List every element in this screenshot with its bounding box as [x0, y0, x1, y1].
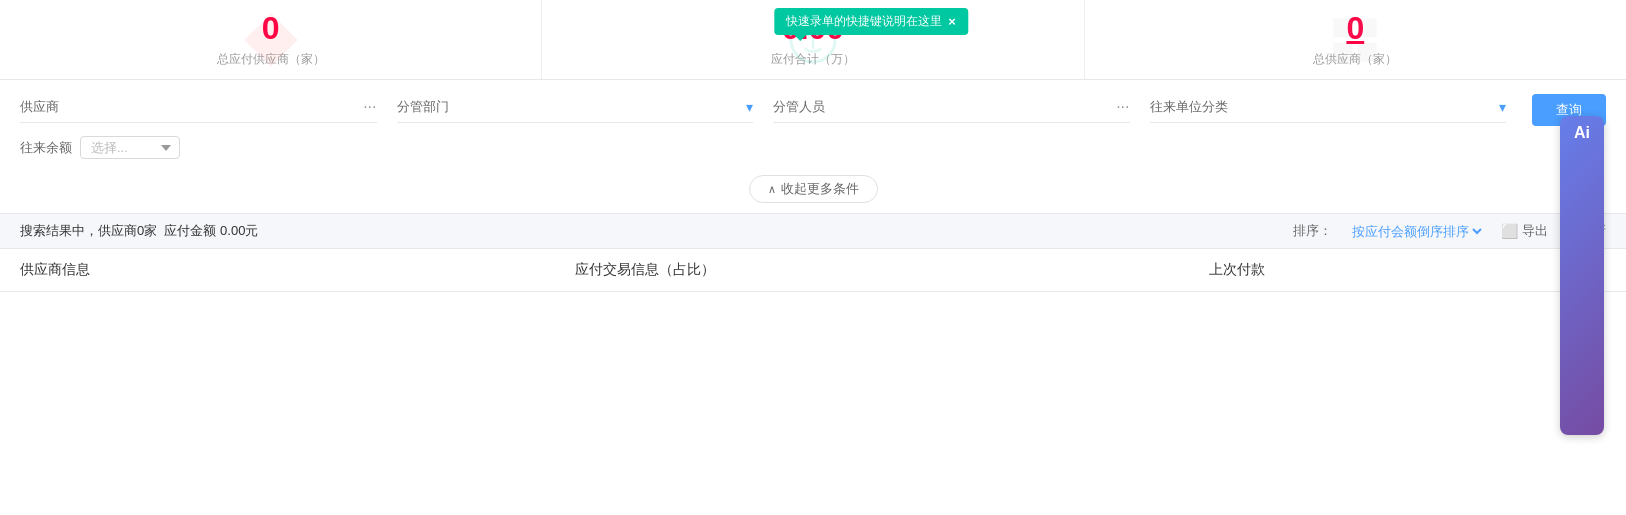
col-transaction-header: 应付交易信息（占比） — [575, 261, 1209, 279]
ai-badge[interactable]: Ai — [1560, 116, 1604, 435]
top-stats-bar: 0 总应付供应商（家） 0.00 应付合计（万） 快速录单的快捷键说明在这里 × — [0, 0, 1626, 80]
result-info: 搜索结果中，供应商0家 应付金额 0.00元 — [20, 222, 258, 240]
dept-input[interactable] — [457, 99, 747, 114]
stat-total-payable-amount: 0.00 应付合计（万） 快速录单的快捷键说明在这里 × — [542, 0, 1084, 79]
tooltip-text: 快速录单的快捷键说明在这里 — [786, 13, 942, 30]
result-prefix: 搜索结果中，供应商 — [20, 223, 137, 238]
sort-label: 排序： — [1293, 222, 1332, 240]
result-bar: 搜索结果中，供应商0家 应付金额 0.00元 排序： 按应付会额倒序排序 ⬜ 导… — [0, 214, 1626, 249]
dept-dropdown-btn[interactable]: ▾ — [746, 99, 753, 115]
result-amount-value: 0.00元 — [220, 223, 258, 238]
col-supplier-header: 供应商信息 — [20, 261, 575, 279]
svg-rect-8 — [1334, 42, 1353, 61]
tooltip-bubble: 快速录单的快捷键说明在这里 × — [774, 8, 968, 35]
export-icon: ⬜ — [1501, 223, 1518, 239]
supplier-field: 供应商 ··· — [20, 98, 377, 123]
table-header: 供应商信息 应付交易信息（占比） 上次付款 — [0, 249, 1626, 292]
dept-field: 分管部门 ▾ — [397, 98, 754, 123]
balance-label: 往来余额 — [20, 139, 72, 157]
collapse-button[interactable]: ∧ 收起更多条件 — [749, 175, 878, 203]
category-label: 往来单位分类 — [1150, 98, 1228, 116]
person-dots-btn[interactable]: ··· — [1116, 98, 1129, 116]
person-field: 分管人员 ··· — [773, 98, 1130, 123]
balance-select[interactable]: 选择... — [80, 136, 180, 159]
dept-label: 分管部门 — [397, 98, 449, 116]
category-field: 往来单位分类 ▾ — [1150, 98, 1507, 123]
diamond-icon — [244, 13, 298, 67]
result-amount-prefix: 应付金额 — [164, 223, 216, 238]
stat-total-payable-suppliers: 0 总应付供应商（家） — [0, 0, 542, 79]
export-label: 导出 — [1522, 222, 1548, 240]
person-label: 分管人员 — [773, 98, 825, 116]
balance-field: 往来余额 选择... — [20, 136, 180, 159]
stat-total-suppliers: 0 总供应商（家） — [1085, 0, 1626, 79]
result-supplier-unit: 家 — [144, 223, 157, 238]
category-dropdown-btn[interactable]: ▾ — [1499, 99, 1506, 115]
search-bar: 供应商 ··· 分管部门 ▾ 分管人员 ··· 往来单位分类 ▾ 查询 往来余额 — [0, 80, 1626, 214]
col-payment-header: 上次付款 — [1209, 261, 1606, 279]
supplier-label: 供应商 — [20, 98, 59, 116]
search-row-1: 供应商 ··· 分管部门 ▾ 分管人员 ··· 往来单位分类 ▾ 查询 — [20, 94, 1606, 126]
person-input[interactable] — [833, 99, 1116, 114]
category-input[interactable] — [1236, 99, 1500, 114]
supplier-input[interactable] — [67, 99, 363, 114]
search-row-2: 往来余额 选择... — [20, 136, 1606, 159]
export-button[interactable]: ⬜ 导出 — [1501, 222, 1548, 240]
collapse-chevron: ∧ — [768, 183, 776, 196]
svg-marker-0 — [246, 15, 295, 64]
collapse-label: 收起更多条件 — [781, 180, 859, 198]
supplier-dots-btn[interactable]: ··· — [363, 98, 376, 116]
svg-rect-9 — [1358, 42, 1377, 61]
tooltip-close-btn[interactable]: × — [948, 14, 956, 29]
collapse-row: ∧ 收起更多条件 — [20, 169, 1606, 213]
svg-rect-7 — [1358, 18, 1377, 37]
grid-icon — [1328, 13, 1382, 67]
sort-select[interactable]: 按应付会额倒序排序 — [1348, 223, 1485, 240]
table-body — [0, 292, 1626, 515]
svg-rect-6 — [1334, 18, 1353, 37]
